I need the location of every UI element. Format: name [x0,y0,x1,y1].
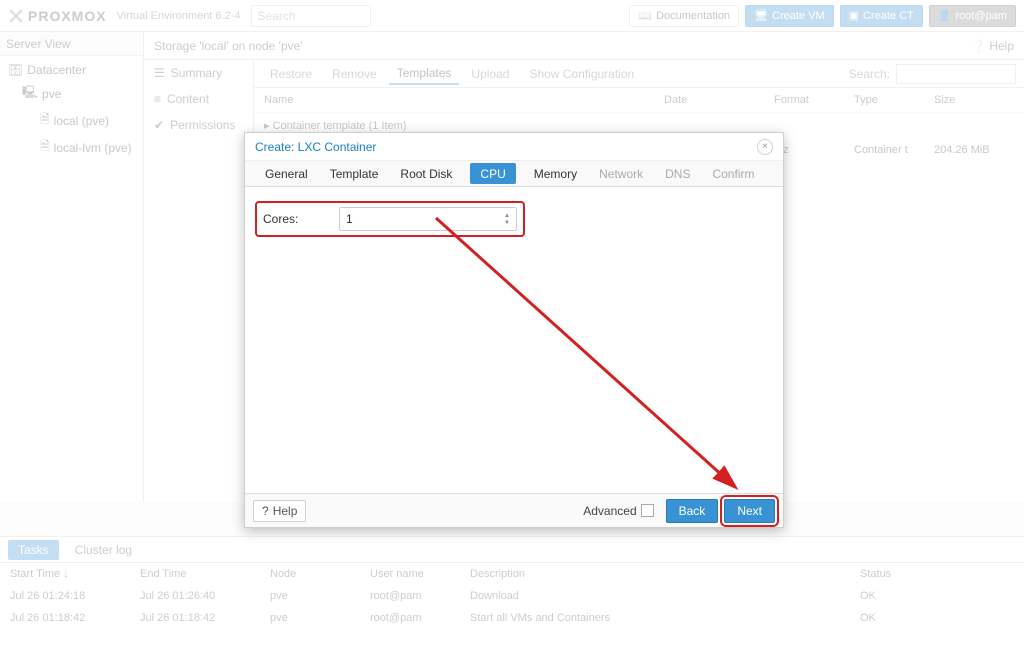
user-icon: 👤 [938,9,952,22]
tree: 🗄Datacenter 🖳pve 🗎local (pve) 🗎local-lvm… [0,56,143,165]
permissions-icon: ✔ [154,118,164,132]
tab-tasks[interactable]: Tasks [8,540,59,560]
table-header: Name Date Format Type Size [254,88,1024,113]
content-icon: ≡ [154,92,161,106]
table-search-input[interactable] [896,64,1016,84]
create-ct-button[interactable]: ▣Create CT [840,5,923,27]
tab-dns: DNS [661,161,694,186]
task-log: Tasks Cluster log Start Time ↓End Time N… [0,536,1024,656]
tree-local[interactable]: 🗎local (pve) [0,107,143,134]
dialog-title-text: Create: LXC Container [255,140,376,154]
tree-local-lvm[interactable]: 🗎local-lvm (pve) [0,134,143,161]
disk-icon: 🗎 [40,110,50,131]
log-row[interactable]: Jul 26 01:24:18Jul 26 01:26:40 pveroot@p… [0,585,1024,607]
documentation-button[interactable]: 📖Documentation [629,5,739,27]
search-label: Search: [849,67,890,81]
tab-clusterlog[interactable]: Cluster log [65,540,142,560]
breadcrumb: Storage 'local' on node 'pve' ❔ Help [144,32,1024,60]
server-icon: 🗄 [8,63,23,77]
tab-rootdisk[interactable]: Root Disk [396,161,456,186]
log-header: Start Time ↓End Time NodeUser name Descr… [0,563,1024,585]
dialog-body: Cores: 1 ▲▼ [245,187,783,493]
remove-button[interactable]: Remove [324,64,385,84]
tab-network: Network [595,161,647,186]
showcfg-button[interactable]: Show Configuration [521,64,642,84]
top-header: PROXMOX Virtual Environment 6.2-4 Search… [0,0,1024,32]
restore-button[interactable]: Restore [262,64,320,84]
tab-confirm: Confirm [708,161,758,186]
templates-button[interactable]: Templates [389,63,460,85]
logo: PROXMOX [8,8,107,24]
user-menu[interactable]: 👤root@pam [929,5,1016,27]
cores-row-highlight: Cores: 1 ▲▼ [255,201,525,237]
spinner-icon[interactable]: ▲▼ [504,213,510,226]
summary-icon: ☰ [154,66,165,80]
advanced-toggle[interactable]: Advanced [583,504,653,518]
help-link[interactable]: ❔ Help [971,39,1014,53]
close-icon[interactable]: × [757,139,773,155]
help-icon: ? [262,504,269,518]
vertical-tabs: ☰Summary ≡Content ✔Permissions [144,60,254,502]
help-button[interactable]: ?Help [253,500,306,522]
upload-button[interactable]: Upload [463,64,517,84]
cores-value: 1 [346,212,353,226]
search-input[interactable]: Search [251,5,371,27]
tab-memory[interactable]: Memory [530,161,581,186]
tree-node-pve[interactable]: 🖳pve [0,80,143,107]
next-button[interactable]: Next [724,499,775,523]
advanced-checkbox[interactable] [641,504,654,517]
tab-general[interactable]: General [261,161,312,186]
log-row[interactable]: Jul 26 01:18:42Jul 26 01:18:42 pveroot@p… [0,607,1024,629]
cube-icon: ▣ [849,9,859,22]
sidebar: Server View 🗄Datacenter 🖳pve 🗎local (pve… [0,32,144,502]
back-button[interactable]: Back [666,499,719,523]
dialog-footer: ?Help Advanced Back Next [245,493,783,527]
dialog-tabs: General Template Root Disk CPU Memory Ne… [245,161,783,187]
node-icon: 🖳 [22,83,38,104]
vtab-content[interactable]: ≡Content [144,86,253,112]
tab-cpu[interactable]: CPU [470,163,515,184]
book-icon: 📖 [638,9,652,22]
sidebar-view-select[interactable]: Server View [0,32,143,56]
create-vm-button[interactable]: 🖥Create VM [745,5,834,27]
disk-icon: 🗎 [40,137,50,158]
tab-template[interactable]: Template [326,161,383,186]
tree-datacenter[interactable]: 🗄Datacenter [0,60,143,80]
create-ct-dialog: Create: LXC Container × General Template… [244,132,784,528]
vtab-permissions[interactable]: ✔Permissions [144,112,253,138]
version-text: Virtual Environment 6.2-4 [117,10,241,22]
cores-input[interactable]: 1 ▲▼ [339,207,517,231]
toolbar: Restore Remove Templates Upload Show Con… [254,60,1024,88]
monitor-icon: 🖥 [754,9,768,22]
dialog-titlebar: Create: LXC Container × [245,133,783,161]
cores-label: Cores: [263,212,339,226]
vtab-summary[interactable]: ☰Summary [144,60,253,86]
